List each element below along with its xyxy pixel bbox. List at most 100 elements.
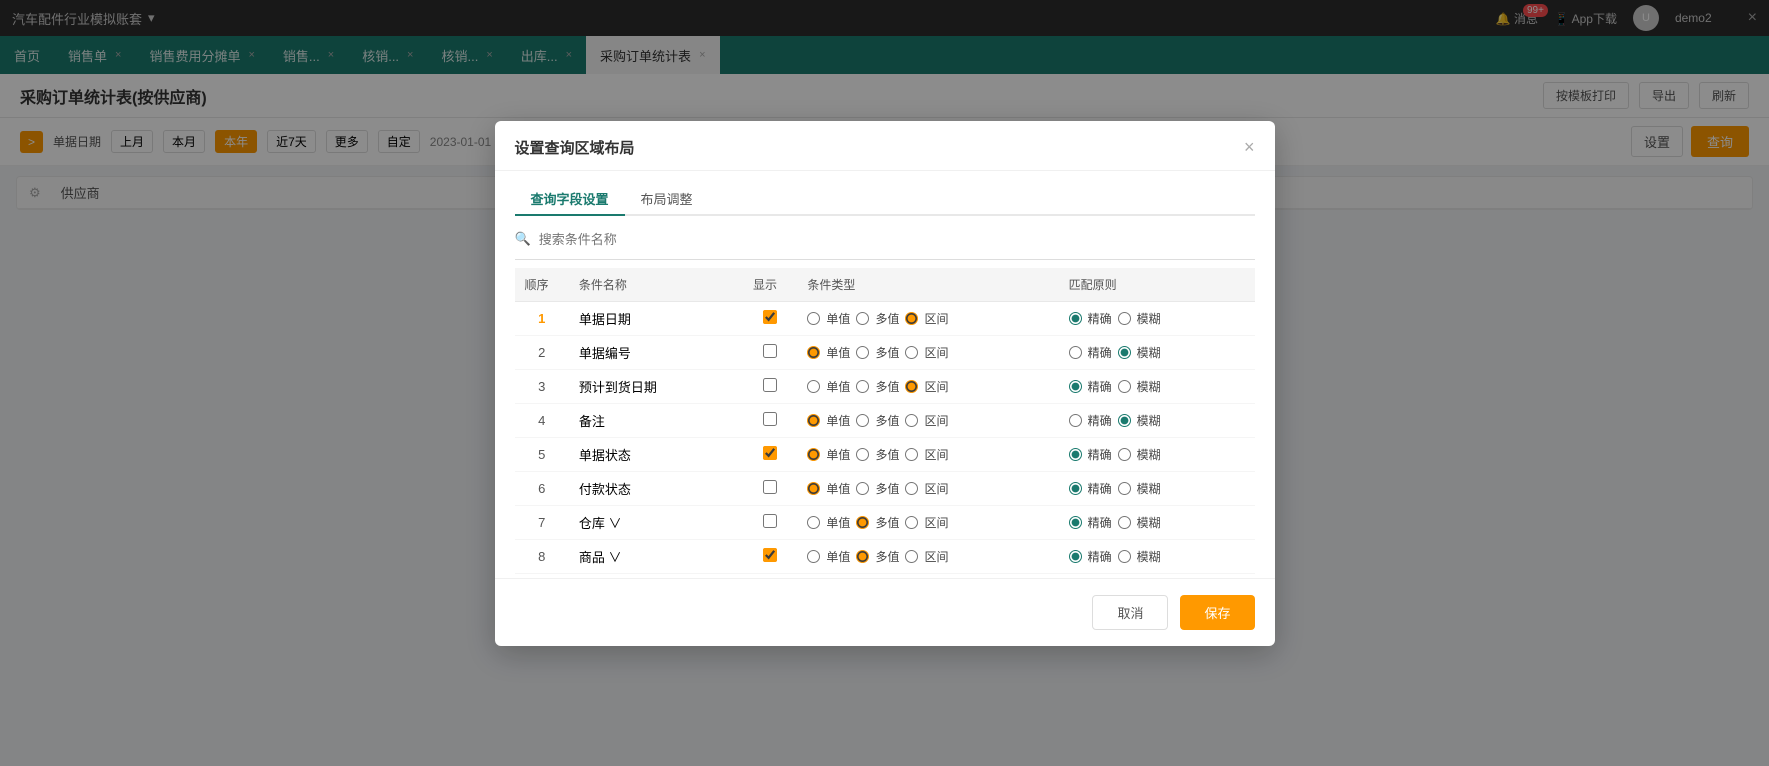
row-name: 仓库 ∨ — [569, 505, 743, 539]
row-type[interactable]: 单值多值区间 — [797, 403, 1058, 437]
row-type[interactable]: 单值多值区间 — [797, 505, 1058, 539]
show-checkbox[interactable] — [763, 310, 777, 324]
row-type[interactable]: 单值多值区间 — [797, 471, 1058, 505]
row-match[interactable]: 精确模糊 — [1059, 437, 1255, 471]
type-label-区间: 区间 — [924, 412, 948, 429]
show-checkbox[interactable] — [763, 514, 777, 528]
type-radio-单值[interactable] — [807, 312, 820, 325]
type-label-多值: 多值 — [875, 548, 899, 565]
match-radio-精确[interactable] — [1069, 312, 1082, 325]
match-radio-精确[interactable] — [1069, 550, 1082, 563]
conditions-table: 顺序 条件名称 显示 条件类型 匹配原则 1单据日期单值多值区间精确模糊2单据编… — [515, 268, 1255, 578]
dialog-tab-layout[interactable]: 布局调整 — [625, 183, 709, 216]
row-match[interactable]: 精确模糊 — [1059, 471, 1255, 505]
type-radio-区间[interactable] — [905, 482, 918, 495]
match-radio-精确[interactable] — [1069, 448, 1082, 461]
match-label-精确: 精确 — [1088, 446, 1112, 463]
row-type[interactable]: 单值多值区间 — [797, 335, 1058, 369]
type-radio-多值[interactable] — [856, 414, 869, 427]
row-order: 5 — [515, 437, 569, 471]
search-input[interactable] — [531, 228, 751, 251]
match-radio-精确[interactable] — [1069, 346, 1082, 359]
row-show[interactable] — [743, 471, 797, 505]
match-label-模糊: 模糊 — [1137, 548, 1161, 565]
type-radio-单值[interactable] — [807, 380, 820, 393]
type-radio-单值[interactable] — [807, 414, 820, 427]
show-checkbox[interactable] — [763, 548, 777, 562]
cancel-button[interactable]: 取消 — [1092, 595, 1168, 630]
type-radio-区间[interactable] — [905, 550, 918, 563]
table-row: 4备注单值多值区间精确模糊 — [515, 403, 1255, 437]
match-radio-模糊[interactable] — [1118, 346, 1131, 359]
row-order: 6 — [515, 471, 569, 505]
type-radio-区间[interactable] — [905, 312, 918, 325]
type-radio-多值[interactable] — [856, 516, 869, 529]
row-show[interactable] — [743, 369, 797, 403]
row-type[interactable]: 单值多值区间 — [797, 539, 1058, 573]
type-radio-单值[interactable] — [807, 482, 820, 495]
match-radio-模糊[interactable] — [1118, 448, 1131, 461]
row-match[interactable]: 精确模糊 — [1059, 369, 1255, 403]
row-name: 单据编号 — [569, 335, 743, 369]
match-radio-模糊[interactable] — [1118, 550, 1131, 563]
row-type[interactable]: 单值多值区间 — [797, 369, 1058, 403]
row-type[interactable]: 单值多值区间 — [797, 437, 1058, 471]
match-radio-模糊[interactable] — [1118, 312, 1131, 325]
type-label-多值: 多值 — [875, 480, 899, 497]
row-show[interactable] — [743, 539, 797, 573]
type-radio-区间[interactable] — [905, 516, 918, 529]
type-radio-单值[interactable] — [807, 346, 820, 359]
match-label-精确: 精确 — [1088, 412, 1112, 429]
row-order: 2 — [515, 335, 569, 369]
type-radio-单值[interactable] — [807, 448, 820, 461]
type-radio-区间[interactable] — [905, 380, 918, 393]
match-radio-精确[interactable] — [1069, 516, 1082, 529]
match-radio-模糊[interactable] — [1118, 482, 1131, 495]
type-radio-多值[interactable] — [856, 312, 869, 325]
row-show[interactable] — [743, 437, 797, 471]
type-label-多值: 多值 — [875, 344, 899, 361]
conditions-table-head: 顺序 条件名称 显示 条件类型 匹配原则 — [515, 268, 1255, 302]
row-match[interactable]: 精确模糊 — [1059, 403, 1255, 437]
match-radio-模糊[interactable] — [1118, 380, 1131, 393]
show-checkbox[interactable] — [763, 412, 777, 426]
match-label-模糊: 模糊 — [1137, 344, 1161, 361]
match-radio-模糊[interactable] — [1118, 516, 1131, 529]
row-match[interactable]: 精确模糊 — [1059, 335, 1255, 369]
row-match[interactable]: 精确模糊 — [1059, 539, 1255, 573]
type-radio-单值[interactable] — [807, 550, 820, 563]
show-checkbox[interactable] — [763, 344, 777, 358]
save-button[interactable]: 保存 — [1180, 595, 1254, 630]
type-label-多值: 多值 — [875, 446, 899, 463]
type-radio-区间[interactable] — [905, 346, 918, 359]
match-label-精确: 精确 — [1088, 514, 1112, 531]
show-checkbox[interactable] — [763, 480, 777, 494]
row-show[interactable] — [743, 335, 797, 369]
type-radio-区间[interactable] — [905, 448, 918, 461]
type-label-区间: 区间 — [924, 310, 948, 327]
type-label-单值: 单值 — [826, 378, 850, 395]
conditions-table-scroll: 顺序 条件名称 显示 条件类型 匹配原则 1单据日期单值多值区间精确模糊2单据编… — [515, 268, 1255, 578]
type-radio-多值[interactable] — [856, 380, 869, 393]
dialog-close-button[interactable]: × — [1244, 137, 1255, 158]
match-radio-精确[interactable] — [1069, 380, 1082, 393]
type-radio-多值[interactable] — [856, 482, 869, 495]
type-radio-区间[interactable] — [905, 414, 918, 427]
type-radio-多值[interactable] — [856, 550, 869, 563]
match-radio-精确[interactable] — [1069, 414, 1082, 427]
match-radio-精确[interactable] — [1069, 482, 1082, 495]
type-radio-多值[interactable] — [856, 448, 869, 461]
row-match[interactable]: 精确模糊 — [1059, 301, 1255, 335]
show-checkbox[interactable] — [763, 446, 777, 460]
type-radio-单值[interactable] — [807, 516, 820, 529]
row-show[interactable] — [743, 301, 797, 335]
show-checkbox[interactable] — [763, 378, 777, 392]
dialog-tab-query-fields[interactable]: 查询字段设置 — [515, 183, 625, 216]
type-radio-多值[interactable] — [856, 346, 869, 359]
row-show[interactable] — [743, 505, 797, 539]
row-type[interactable]: 单值多值区间 — [797, 301, 1058, 335]
row-show[interactable] — [743, 403, 797, 437]
col-type: 条件类型 — [797, 268, 1058, 302]
match-radio-模糊[interactable] — [1118, 414, 1131, 427]
row-match[interactable]: 精确模糊 — [1059, 505, 1255, 539]
